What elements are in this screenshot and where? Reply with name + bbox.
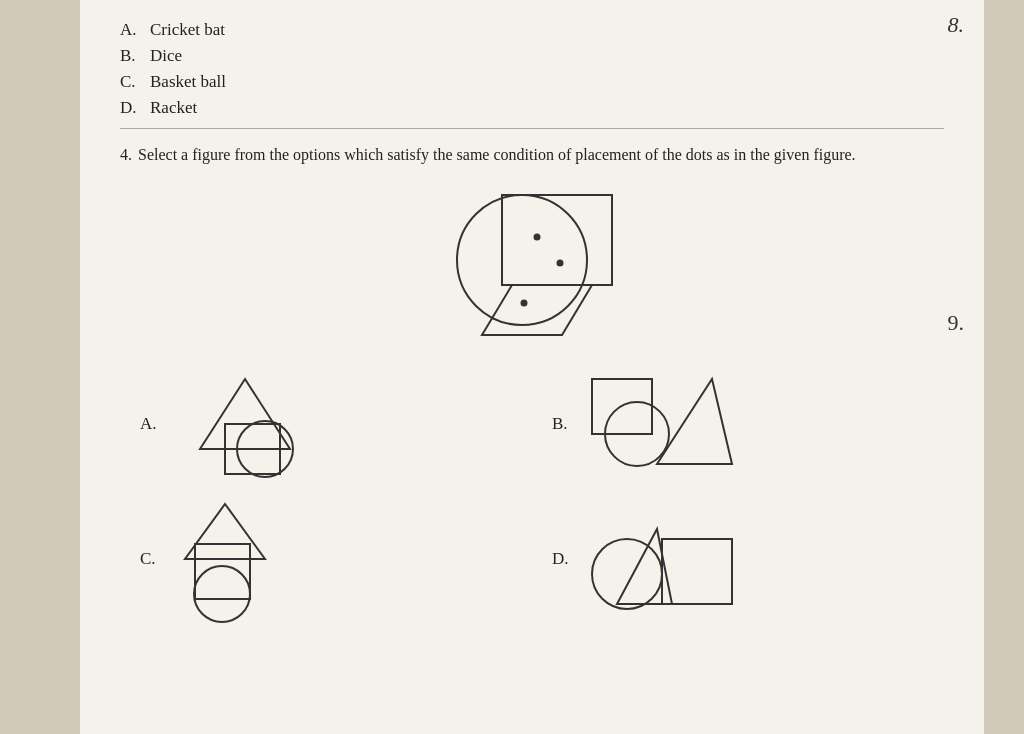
svg-marker-2 bbox=[482, 285, 592, 335]
answer-option-a: A. bbox=[140, 369, 512, 479]
option-d: D. Racket bbox=[120, 98, 944, 118]
svg-marker-11 bbox=[657, 379, 732, 464]
question-number-8: 8. bbox=[948, 12, 965, 38]
answer-b-label: B. bbox=[552, 414, 572, 434]
svg-rect-13 bbox=[195, 544, 250, 599]
page: 8. A. Cricket bat B. Dice C. Basket ball… bbox=[80, 0, 984, 734]
question-4-section: 4. Select a figure from the options which… bbox=[120, 143, 944, 619]
options-section: A. Cricket bat B. Dice C. Basket ball D.… bbox=[120, 10, 944, 118]
option-b-label: B. bbox=[120, 46, 150, 66]
svg-point-15 bbox=[592, 539, 662, 609]
svg-point-14 bbox=[194, 566, 250, 622]
answer-option-b: B. bbox=[552, 369, 924, 479]
option-a-label: A. bbox=[120, 20, 150, 40]
answer-c-svg bbox=[170, 499, 290, 619]
answer-d-label: D. bbox=[552, 549, 572, 569]
answer-option-d: D. bbox=[552, 499, 924, 619]
option-d-text: Racket bbox=[150, 98, 197, 118]
option-a-text: Cricket bat bbox=[150, 20, 225, 40]
reference-figure bbox=[120, 185, 944, 345]
option-c-text: Basket ball bbox=[150, 72, 226, 92]
question-4-body: Select a figure from the options which s… bbox=[138, 146, 856, 163]
svg-point-5 bbox=[521, 300, 528, 307]
question-4-number: 4. bbox=[120, 146, 132, 163]
answer-b-svg bbox=[582, 369, 742, 479]
option-b-text: Dice bbox=[150, 46, 182, 66]
option-b: B. Dice bbox=[120, 46, 944, 66]
answer-a-label: A. bbox=[140, 414, 160, 434]
svg-marker-16 bbox=[617, 529, 672, 604]
svg-marker-12 bbox=[185, 504, 265, 559]
answer-a-svg bbox=[170, 369, 320, 479]
question-number-9: 9. bbox=[948, 310, 965, 336]
answer-option-c: C. bbox=[140, 499, 512, 619]
answer-c-label: C. bbox=[140, 549, 160, 569]
option-a: A. Cricket bat bbox=[120, 20, 944, 40]
option-c-label: C. bbox=[120, 72, 150, 92]
reference-svg bbox=[432, 185, 632, 345]
svg-rect-0 bbox=[502, 195, 612, 285]
svg-point-3 bbox=[534, 234, 541, 241]
answer-d-svg bbox=[582, 509, 742, 609]
svg-point-4 bbox=[557, 260, 564, 267]
question-4-text: 4. Select a figure from the options which… bbox=[120, 143, 944, 167]
option-c: C. Basket ball bbox=[120, 72, 944, 92]
svg-marker-6 bbox=[200, 379, 290, 449]
answer-options-grid: A. B. bbox=[120, 369, 944, 619]
option-d-label: D. bbox=[120, 98, 150, 118]
section-divider bbox=[120, 128, 944, 129]
svg-rect-17 bbox=[662, 539, 732, 604]
